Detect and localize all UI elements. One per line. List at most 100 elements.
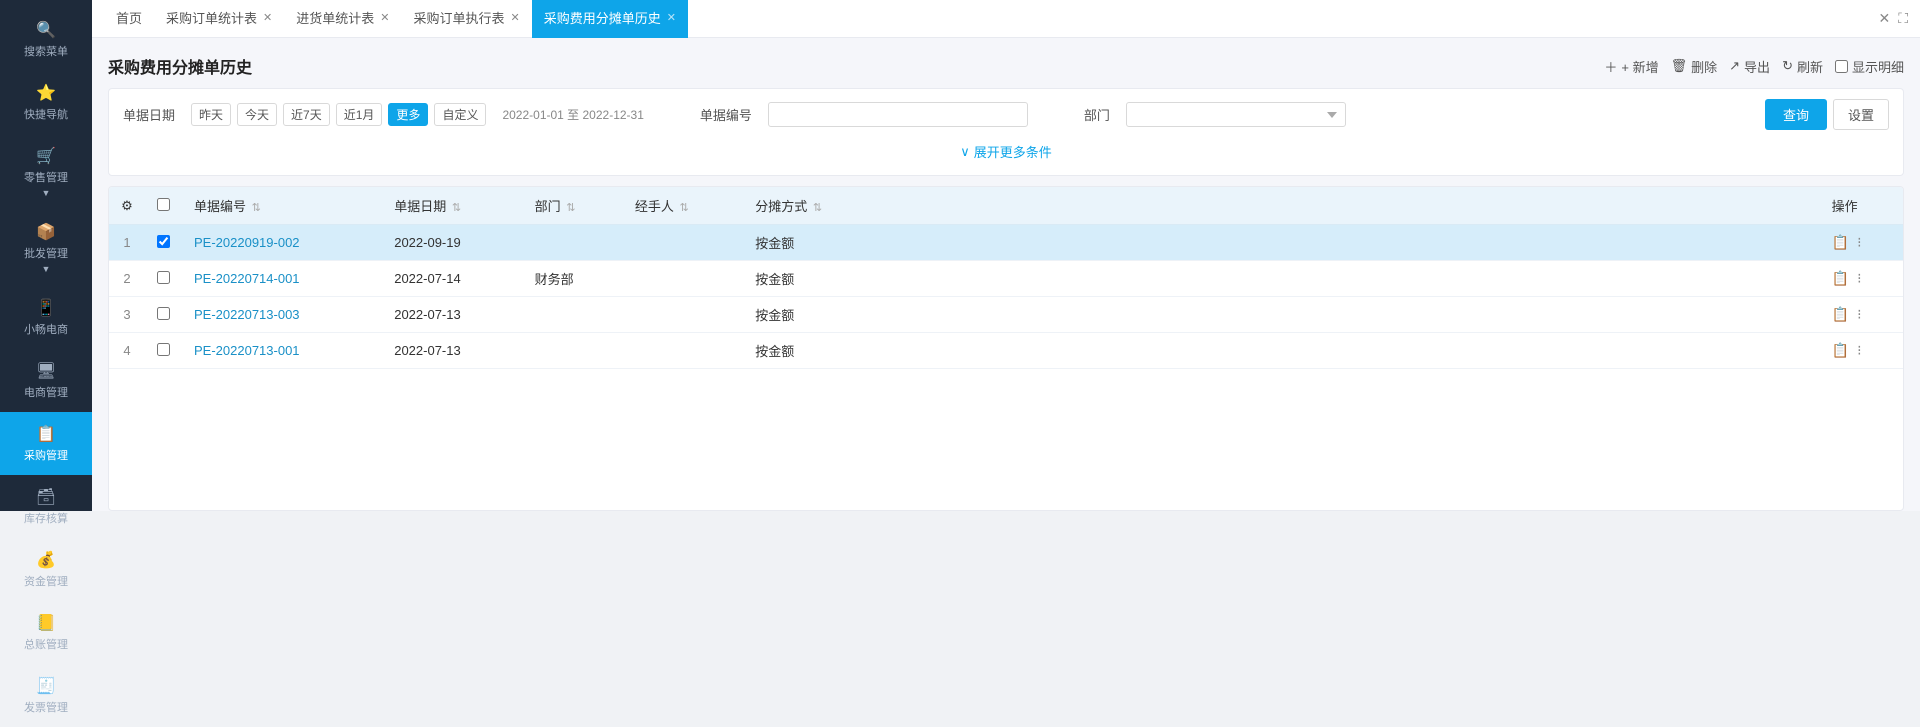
tab-purchase-order-stats[interactable]: 采购订单统计表 ✕ [154,0,284,38]
col-checkbox-header[interactable] [145,187,182,225]
doc-no-link[interactable]: PE-20220713-001 [194,343,300,358]
refresh-button[interactable]: ↻ 刷新 [1782,57,1823,76]
sidebar-item-invoice[interactable]: 🧾 发票管理 [0,664,92,727]
tab-inbound-stats-label: 进货单统计表 [296,8,374,27]
header-actions: ＋ + 新增 🗑 删除 ↗ 导出 ↻ 刷新 显示明细 [1604,57,1904,76]
filter-today-btn[interactable]: 今天 [237,103,277,126]
row-checkbox-cell[interactable] [145,297,182,333]
row-actions-cell: 📋 ⁝ [1820,261,1903,297]
sidebar-item-inventory[interactable]: 🗃 库存核算 [0,475,92,538]
col-action-header: 操作 [1820,187,1903,225]
table-row: 2 PE-20220714-001 2022-07-14 财务部 按金额 📋 ⁝ [109,261,1903,297]
col-dept-header[interactable]: 部门 ⇅ [523,187,623,225]
filter-query-actions: 查询 设置 [1765,99,1889,130]
filter-7days-btn[interactable]: 近7天 [283,103,330,126]
row-actions-cell: 📋 ⁝ [1820,297,1903,333]
refresh-label: 刷新 [1797,57,1823,76]
sort-icon: ⇅ [680,202,689,214]
filter-custom-btn[interactable]: 自定义 [434,103,486,126]
miniapp-icon: 📱 [36,298,56,318]
edit-icon[interactable]: 📋 [1832,234,1849,251]
col-doc-date-label: 单据日期 [394,199,446,214]
ecommerce-icon: 🖥 [36,361,56,381]
more-icon[interactable]: ⁝ [1857,342,1861,359]
sidebar-item-ledger[interactable]: 📒 总账管理 [0,601,92,664]
sidebar-item-ecommerce[interactable]: 🖥 电商管理 [0,349,92,412]
row-checkbox[interactable] [157,235,170,248]
add-button[interactable]: ＋ + 新增 [1604,57,1658,76]
col-doc-no-header[interactable]: 单据编号 ⇅ [182,187,382,225]
sidebar-item-shortcut[interactable]: ⭐ 快捷导航 [0,71,92,134]
close-icon[interactable]: ✕ [380,11,389,24]
wholesale-icon: 📦 [36,222,56,242]
refresh-icon: ↻ [1782,58,1793,74]
doc-no-link[interactable]: PE-20220713-003 [194,307,300,322]
col-doc-date-header[interactable]: 单据日期 ⇅ [382,187,522,225]
more-icon[interactable]: ⁝ [1857,270,1861,287]
maximize-button[interactable]: ⛶ [1898,10,1908,27]
retail-icon: 🛒 [36,146,56,166]
sidebar-item-finance[interactable]: 💰 资金管理 [0,538,92,601]
table-row: 4 PE-20220713-001 2022-07-13 按金额 📋 ⁝ [109,333,1903,369]
select-all-checkbox[interactable] [157,198,170,211]
tab-inbound-stats[interactable]: 进货单统计表 ✕ [284,0,401,38]
tab-home[interactable]: 首页 [104,0,154,38]
row-actions: 📋 ⁝ [1832,342,1891,359]
active-indicator [89,428,92,460]
row-split-method: 按金额 [743,261,1819,297]
main-content: 首页 采购订单统计表 ✕ 进货单统计表 ✕ 采购订单执行表 ✕ 采购费用分摊单历… [92,0,1920,511]
export-button[interactable]: ↗ 导出 [1729,57,1770,76]
row-checkbox[interactable] [157,307,170,320]
edit-icon[interactable]: 📋 [1832,342,1849,359]
more-icon[interactable]: ⁝ [1857,234,1861,251]
more-icon[interactable]: ⁝ [1857,306,1861,323]
close-icon[interactable]: ✕ [667,11,676,24]
sidebar-item-miniapp[interactable]: 📱 小畅电商 [0,286,92,349]
row-checkbox[interactable] [157,343,170,356]
filter-more-btn[interactable]: 更多 [388,103,428,126]
filter-1month-btn[interactable]: 近1月 [336,103,383,126]
sidebar-item-purchase[interactable]: 📋 采购管理 [0,412,92,475]
filter-area: 单据日期 昨天 今天 近7天 近1月 更多 自定义 2022-01-01 至 2… [108,88,1904,176]
col-split-method-header[interactable]: 分摊方式 ⇅ [743,187,1819,225]
tab-purchase-order-exec[interactable]: 采购订单执行表 ✕ [401,0,531,38]
row-doc-no: PE-20220713-003 [182,297,382,333]
filter-doc-no-input[interactable] [768,102,1028,127]
sidebar-item-search[interactable]: 🔍 搜索菜单 [0,8,92,71]
filter-yesterday-btn[interactable]: 昨天 [191,103,231,126]
edit-icon[interactable]: 📋 [1832,306,1849,323]
filter-dept-label: 部门 [1084,105,1110,124]
col-handler-header[interactable]: 经手人 ⇅ [623,187,743,225]
filter-dept-select[interactable]: 财务部 [1126,102,1346,127]
expand-more-row: ∨ 展开更多条件 [123,138,1889,165]
tab-purchase-cost-history[interactable]: 采购费用分摊单历史 ✕ [532,0,688,38]
expand-more-button[interactable]: ∨ 展开更多条件 [960,138,1052,165]
show-detail-checkbox-label[interactable]: 显示明细 [1835,57,1904,76]
chevron-down-icon: ▼ [42,188,51,198]
close-icon[interactable]: ✕ [511,11,520,24]
row-checkbox-cell[interactable] [145,261,182,297]
setting-button[interactable]: 设置 [1833,99,1889,130]
filter-row-date: 单据日期 昨天 今天 近7天 近1月 更多 自定义 2022-01-01 至 2… [123,99,1889,130]
doc-no-link[interactable]: PE-20220919-002 [194,235,300,250]
sidebar-item-wholesale[interactable]: 📦 批发管理 ▼ [0,210,92,286]
row-doc-no: PE-20220714-001 [182,261,382,297]
sidebar-item-retail[interactable]: 🛒 零售管理 ▼ [0,134,92,210]
row-checkbox-cell[interactable] [145,225,182,261]
edit-icon[interactable]: 📋 [1832,270,1849,287]
row-checkbox-cell[interactable] [145,333,182,369]
row-dept: 财务部 [523,261,623,297]
filter-date-label: 单据日期 [123,105,175,124]
query-button[interactable]: 查询 [1765,99,1827,130]
row-split-method: 按金额 [743,225,1819,261]
col-settings[interactable]: ⚙ [109,187,145,225]
col-split-method-label: 分摊方式 [755,199,807,214]
delete-button[interactable]: 🗑 删除 [1671,57,1718,76]
show-detail-checkbox[interactable] [1835,60,1848,73]
close-icon[interactable]: ✕ [263,11,272,24]
col-dept-label: 部门 [535,199,561,214]
sidebar: 🔍 搜索菜单 ⭐ 快捷导航 🛒 零售管理 ▼ 📦 批发管理 ▼ 📱 小畅电商 🖥… [0,0,92,511]
row-checkbox[interactable] [157,271,170,284]
doc-no-link[interactable]: PE-20220714-001 [194,271,300,286]
close-all-tabs-button[interactable]: ✕ [1878,10,1890,27]
